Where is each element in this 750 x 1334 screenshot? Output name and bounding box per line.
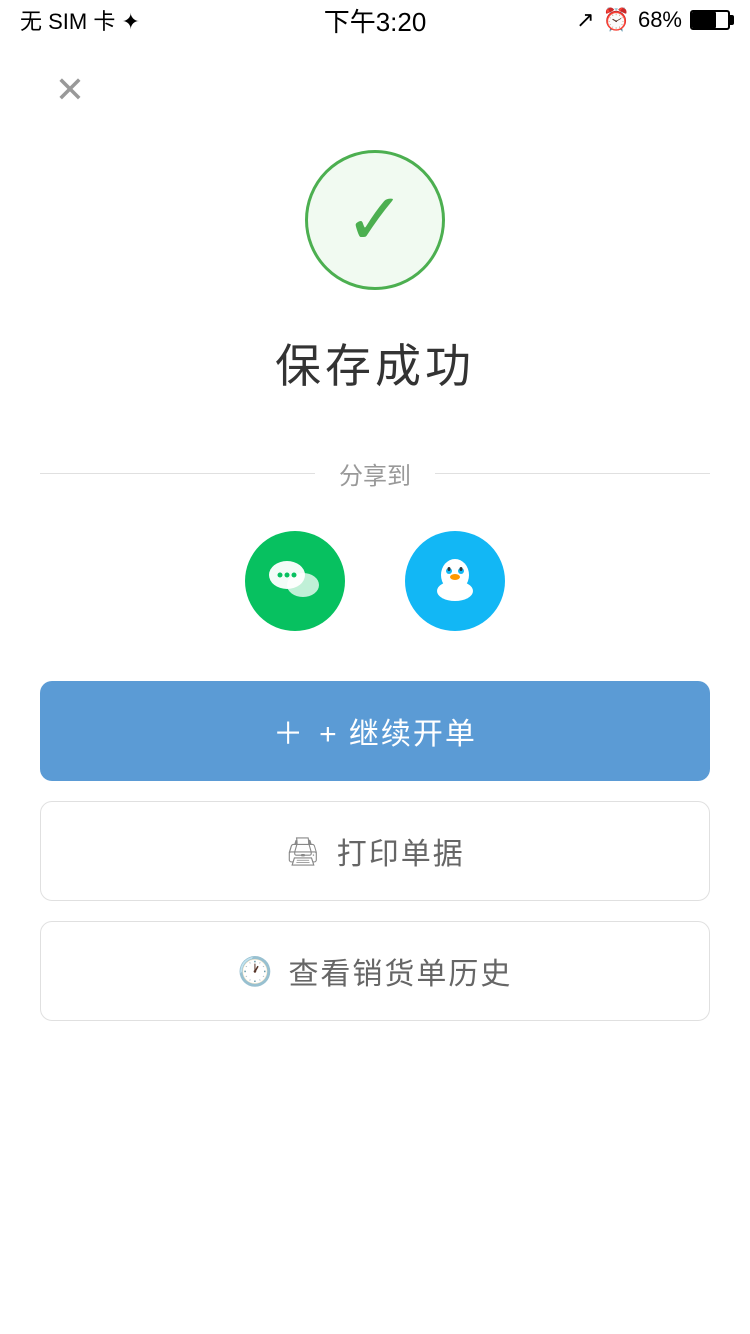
wechat-icon	[266, 555, 324, 607]
continue-label: + 继续开单	[319, 709, 477, 753]
status-left: 无 SIM 卡 ✦	[20, 4, 140, 36]
divider-right	[435, 473, 710, 474]
main-content: ✕ ✓ 保存成功 分享到	[0, 40, 750, 1334]
status-bar: 无 SIM 卡 ✦ 下午3:20 ↗ ⏰ 68%	[0, 0, 750, 40]
history-button[interactable]: 🕐 查看销货单历史	[40, 921, 710, 1021]
alarm-icon: ⏰	[603, 7, 630, 33]
action-buttons: ＋ + 继续开单 🖨 打印单据 🕐 查看销货单历史	[40, 681, 710, 1021]
plus-icon: ＋	[273, 709, 303, 753]
success-title: 保存成功	[275, 330, 475, 396]
qq-share-button[interactable]	[405, 531, 505, 631]
close-icon: ✕	[55, 72, 85, 108]
print-button[interactable]: 🖨 打印单据	[40, 801, 710, 901]
history-icon: 🕐	[238, 955, 273, 988]
divider-left	[40, 473, 315, 474]
continue-button[interactable]: ＋ + 继续开单	[40, 681, 710, 781]
status-time: 下午3:20	[324, 2, 427, 39]
battery-label: 68%	[638, 7, 682, 33]
qq-icon	[425, 551, 485, 611]
success-circle: ✓	[305, 150, 445, 290]
wechat-share-button[interactable]: 微信	[245, 531, 345, 631]
printer-icon: 🖨	[285, 835, 321, 868]
share-icons: 微信	[245, 531, 505, 631]
close-button[interactable]: ✕	[40, 60, 100, 120]
share-divider-row: 分享到	[40, 456, 710, 491]
print-label: 打印单据	[337, 829, 465, 873]
history-label: 查看销货单历史	[288, 949, 512, 993]
battery-icon	[690, 10, 730, 30]
share-label: 分享到	[315, 456, 435, 491]
success-section: ✓ 保存成功	[40, 150, 710, 396]
sim-status: 无 SIM 卡 ✦	[20, 4, 140, 36]
status-right: ↗ ⏰ 68%	[576, 7, 730, 33]
location-icon: ↗	[576, 7, 594, 33]
share-section: 分享到 微信	[40, 456, 710, 631]
checkmark-icon: ✓	[345, 184, 405, 256]
